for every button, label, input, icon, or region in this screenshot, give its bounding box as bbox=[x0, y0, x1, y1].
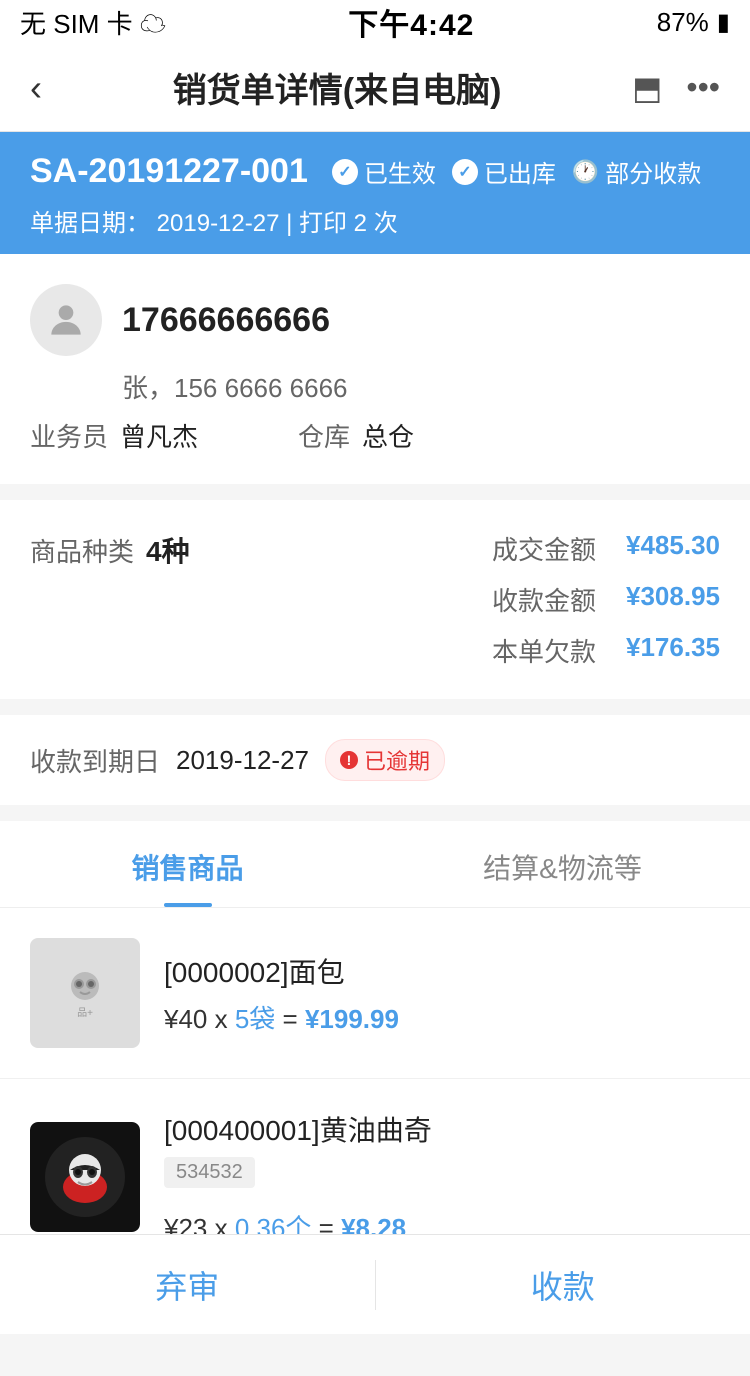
product-list: 品+ [0000002]面包 ¥40 x 5袋 = ¥199.99 bbox=[0, 908, 750, 1276]
summary-row: 商品种类 4种 成交金额 ¥485.30 收款金额 ¥308.95 本单欠款 ¥… bbox=[30, 530, 720, 669]
customer-section: 17666666666 张，156 6666 6666 业务员 曾凡杰 仓库 总… bbox=[0, 254, 750, 484]
nav-right-actions: ⬒ ••• bbox=[632, 69, 720, 107]
order-date: 2019-12-27 bbox=[157, 210, 280, 237]
overdue-exclamation-icon: ! bbox=[340, 751, 358, 769]
tabs-bar: 销售商品 结算&物流等 bbox=[0, 821, 750, 908]
overdue-label: 已逾期 bbox=[364, 744, 430, 776]
received-label: 收款金额 bbox=[492, 581, 596, 618]
customer-name-phone: 张，156 6666 6666 bbox=[30, 368, 720, 405]
order-id: SA-20191227-001 bbox=[30, 152, 308, 191]
warehouse-value: 总仓 bbox=[362, 417, 414, 454]
status-effective: ✓ 已生效 bbox=[332, 154, 436, 189]
summary-section: 商品种类 4种 成交金额 ¥485.30 收款金额 ¥308.95 本单欠款 ¥… bbox=[0, 500, 750, 699]
product-code-cookies: [000400001] bbox=[164, 1115, 320, 1146]
qty-bread: 5袋 bbox=[235, 1004, 275, 1034]
product-thumb-cookies-bg bbox=[30, 1122, 140, 1232]
product-item-bread: 品+ [0000002]面包 ¥40 x 5袋 = ¥199.99 bbox=[0, 908, 750, 1079]
customer-phone: 17666666666 bbox=[122, 301, 330, 340]
salesperson-label: 业务员 bbox=[30, 417, 108, 454]
product-price-bread: ¥40 x 5袋 = ¥199.99 bbox=[164, 999, 720, 1036]
person-icon bbox=[44, 298, 88, 342]
check-icon-effective: ✓ bbox=[332, 159, 358, 185]
deal-amount-value: ¥485.30 bbox=[626, 530, 720, 567]
product-tag-cookies: 534532 bbox=[164, 1157, 255, 1188]
received-amount-row: 收款金额 ¥308.95 bbox=[492, 581, 720, 618]
check-icon-shipped: ✓ bbox=[452, 159, 478, 185]
status-time: 下午4:42 bbox=[348, 0, 474, 44]
cookies-logo-icon bbox=[40, 1132, 130, 1222]
customer-meta-row: 业务员 曾凡杰 仓库 总仓 bbox=[30, 417, 720, 454]
tab-settlement[interactable]: 结算&物流等 bbox=[375, 821, 750, 907]
status-signal: 无 SIM 卡 ☁ bbox=[20, 4, 166, 41]
due-amount-row: 本单欠款 ¥176.35 bbox=[492, 632, 720, 669]
product-code-bread: [0000002] bbox=[164, 957, 289, 988]
more-icon[interactable]: ••• bbox=[686, 69, 720, 106]
page-title: 销货单详情(来自电脑) bbox=[173, 63, 502, 112]
status-partial-payment: 🕐 部分收款 bbox=[572, 154, 701, 189]
product-thumb-cookies bbox=[30, 1122, 140, 1232]
equals-bread: = bbox=[275, 1004, 305, 1034]
amount-details: 成交金额 ¥485.30 收款金额 ¥308.95 本单欠款 ¥176.35 bbox=[492, 530, 720, 669]
date-label: 单据日期： bbox=[30, 210, 150, 237]
nav-bar: ‹ 销货单详情(来自电脑) ⬒ ••• bbox=[0, 44, 750, 132]
customer-top-row: 17666666666 bbox=[30, 284, 720, 356]
print-info: | 打印 2 次 bbox=[286, 210, 398, 237]
due-date-value: 2019-12-27 bbox=[176, 745, 309, 776]
salesperson-value: 曾凡杰 bbox=[120, 417, 198, 454]
product-info-bread: [0000002]面包 ¥40 x 5袋 = ¥199.99 bbox=[164, 951, 720, 1036]
status-tags: ✓ 已生效 ✓ 已出库 🕐 部分收款 bbox=[332, 154, 701, 189]
bread-placeholder-icon: 品+ bbox=[50, 958, 120, 1028]
product-types-label: 商品种类 bbox=[30, 532, 134, 569]
share-icon[interactable]: ⬒ bbox=[632, 69, 662, 107]
due-date-label: 收款到期日 bbox=[30, 742, 160, 779]
collect-payment-button[interactable]: 收款 bbox=[376, 1242, 750, 1328]
status-shipped-label: 已出库 bbox=[484, 154, 556, 189]
warehouse-label: 仓库 bbox=[298, 417, 350, 454]
status-bar: 无 SIM 卡 ☁ 下午4:42 87% ▮ bbox=[0, 0, 750, 44]
status-effective-label: 已生效 bbox=[364, 154, 436, 189]
status-partial-label: 部分收款 bbox=[605, 154, 701, 189]
due-amount-label: 本单欠款 bbox=[492, 632, 596, 669]
product-thumb-bread: 品+ bbox=[30, 938, 140, 1048]
due-section: 收款到期日 2019-12-27 ! 已逾期 bbox=[0, 715, 750, 805]
tabs-section: 销售商品 结算&物流等 bbox=[0, 821, 750, 908]
customer-avatar bbox=[30, 284, 102, 356]
svg-text:品+: 品+ bbox=[77, 1007, 93, 1019]
total-bread: ¥199.99 bbox=[305, 1004, 399, 1034]
product-title-cookies: 黄油曲奇 bbox=[320, 1115, 432, 1146]
bottom-action-bar: 弃审 收款 bbox=[0, 1234, 750, 1334]
clock-icon: 🕐 bbox=[572, 159, 599, 185]
deal-amount-row: 成交金额 ¥485.30 bbox=[492, 530, 720, 567]
battery-icon: ▮ bbox=[717, 8, 730, 37]
header-banner: SA-20191227-001 ✓ 已生效 ✓ 已出库 🕐 部分收款 单据日期：… bbox=[0, 132, 750, 254]
overdue-badge: ! 已逾期 bbox=[325, 739, 445, 781]
status-shipped: ✓ 已出库 bbox=[452, 154, 556, 189]
battery-percent: 87% bbox=[657, 7, 709, 38]
received-value: ¥308.95 bbox=[626, 581, 720, 618]
product-name-cookies: [000400001]黄油曲奇 bbox=[164, 1109, 720, 1149]
product-name-bread: [0000002]面包 bbox=[164, 951, 720, 991]
banner-date-row: 单据日期： 2019-12-27 | 打印 2 次 bbox=[30, 203, 720, 238]
product-types: 商品种类 4种 bbox=[30, 530, 190, 570]
cancel-review-button[interactable]: 弃审 bbox=[0, 1242, 375, 1328]
product-info-cookies: [000400001]黄油曲奇 534532 ¥23 x 0.36个 = ¥8.… bbox=[164, 1109, 720, 1245]
deal-amount-label: 成交金额 bbox=[492, 530, 596, 567]
status-battery: 87% ▮ bbox=[657, 7, 730, 38]
price-bread: ¥40 x bbox=[164, 1004, 235, 1034]
product-title-bread: 面包 bbox=[289, 957, 345, 988]
tab-products[interactable]: 销售商品 bbox=[0, 821, 375, 907]
product-types-value: 4种 bbox=[146, 530, 190, 570]
due-amount-value: ¥176.35 bbox=[626, 632, 720, 669]
back-button[interactable]: ‹ bbox=[30, 67, 42, 109]
